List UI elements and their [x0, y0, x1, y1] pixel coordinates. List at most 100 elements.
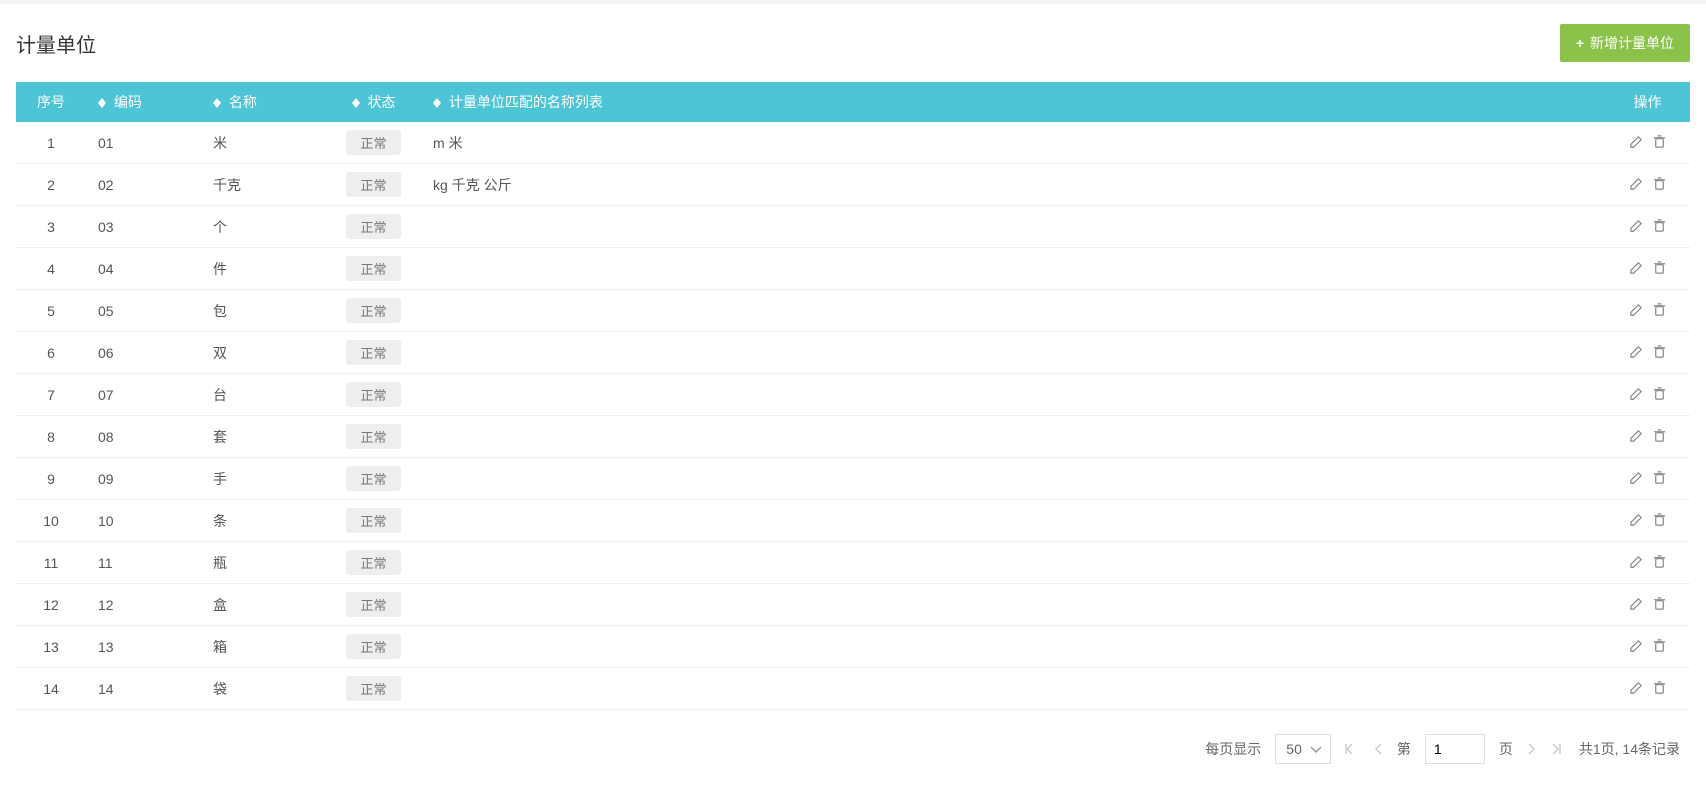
cell-name: 双	[201, 332, 326, 374]
edit-icon	[1629, 386, 1644, 404]
delete-button[interactable]	[1652, 512, 1667, 530]
pagination-summary: 共1页, 14条记录	[1579, 739, 1680, 759]
delete-button[interactable]	[1652, 260, 1667, 278]
edit-button[interactable]	[1629, 638, 1644, 656]
edit-button[interactable]	[1629, 470, 1644, 488]
delete-button[interactable]	[1652, 638, 1667, 656]
edit-button[interactable]	[1629, 260, 1644, 278]
col-seq-header[interactable]: 序号	[16, 82, 86, 122]
edit-button[interactable]	[1629, 680, 1644, 698]
cell-code: 14	[86, 668, 201, 710]
cell-code: 11	[86, 542, 201, 584]
status-badge: 正常	[346, 592, 400, 617]
prev-page-button[interactable]	[1373, 742, 1383, 756]
edit-button[interactable]	[1629, 344, 1644, 362]
plus-icon: +	[1576, 35, 1584, 51]
cell-seq: 13	[16, 626, 86, 668]
next-page-button[interactable]	[1527, 742, 1537, 756]
table-row: 707台正常	[16, 374, 1690, 416]
cell-match	[421, 248, 1605, 290]
col-code-header[interactable]: 编码	[86, 82, 201, 122]
table-row: 1313箱正常	[16, 626, 1690, 668]
trash-icon	[1652, 176, 1667, 194]
add-unit-button[interactable]: + 新增计量单位	[1560, 24, 1690, 62]
status-badge: 正常	[346, 382, 400, 407]
cell-match	[421, 626, 1605, 668]
delete-button[interactable]	[1652, 428, 1667, 446]
sort-icon	[213, 98, 221, 108]
edit-button[interactable]	[1629, 218, 1644, 236]
edit-button[interactable]	[1629, 134, 1644, 152]
delete-button[interactable]	[1652, 302, 1667, 320]
col-status-header[interactable]: 状态	[326, 82, 421, 122]
edit-button[interactable]	[1629, 176, 1644, 194]
trash-icon	[1652, 554, 1667, 572]
cell-seq: 8	[16, 416, 86, 458]
status-badge: 正常	[346, 298, 400, 323]
edit-icon	[1629, 218, 1644, 236]
delete-button[interactable]	[1652, 680, 1667, 698]
first-page-button[interactable]	[1345, 742, 1359, 756]
edit-button[interactable]	[1629, 512, 1644, 530]
delete-button[interactable]	[1652, 554, 1667, 572]
cell-name: 瓶	[201, 542, 326, 584]
sort-icon	[98, 98, 106, 108]
delete-button[interactable]	[1652, 218, 1667, 236]
cell-code: 03	[86, 206, 201, 248]
sort-icon	[433, 98, 441, 108]
trash-icon	[1652, 428, 1667, 446]
trash-icon	[1652, 386, 1667, 404]
status-badge: 正常	[346, 130, 400, 155]
edit-icon	[1629, 260, 1644, 278]
sort-icon	[352, 98, 360, 108]
trash-icon	[1652, 302, 1667, 320]
delete-button[interactable]	[1652, 386, 1667, 404]
edit-icon	[1629, 134, 1644, 152]
cell-match	[421, 290, 1605, 332]
cell-code: 02	[86, 164, 201, 206]
last-page-button[interactable]	[1551, 742, 1565, 756]
cell-seq: 7	[16, 374, 86, 416]
cell-code: 10	[86, 500, 201, 542]
edit-icon	[1629, 512, 1644, 530]
edit-button[interactable]	[1629, 386, 1644, 404]
cell-seq: 6	[16, 332, 86, 374]
cell-name: 套	[201, 416, 326, 458]
page-number-input[interactable]	[1425, 734, 1485, 764]
status-badge: 正常	[346, 172, 400, 197]
trash-icon	[1652, 218, 1667, 236]
edit-icon	[1629, 470, 1644, 488]
chevron-down-icon	[1310, 741, 1322, 757]
page-size-select[interactable]: 50	[1275, 734, 1331, 764]
cell-match	[421, 206, 1605, 248]
cell-name: 包	[201, 290, 326, 332]
delete-button[interactable]	[1652, 596, 1667, 614]
delete-button[interactable]	[1652, 344, 1667, 362]
table-row: 1414袋正常	[16, 668, 1690, 710]
cell-name: 条	[201, 500, 326, 542]
cell-seq: 11	[16, 542, 86, 584]
status-badge: 正常	[346, 424, 400, 449]
add-unit-label: 新增计量单位	[1590, 33, 1674, 53]
col-name-header[interactable]: 名称	[201, 82, 326, 122]
cell-seq: 3	[16, 206, 86, 248]
edit-button[interactable]	[1629, 554, 1644, 572]
delete-button[interactable]	[1652, 176, 1667, 194]
cell-code: 07	[86, 374, 201, 416]
cell-name: 箱	[201, 626, 326, 668]
table-row: 808套正常	[16, 416, 1690, 458]
delete-button[interactable]	[1652, 470, 1667, 488]
col-match-header[interactable]: 计量单位匹配的名称列表	[421, 82, 1605, 122]
trash-icon	[1652, 680, 1667, 698]
per-page-label: 每页显示	[1205, 739, 1261, 759]
cell-seq: 14	[16, 668, 86, 710]
edit-button[interactable]	[1629, 428, 1644, 446]
edit-button[interactable]	[1629, 596, 1644, 614]
table-row: 202千克正常kg 千克 公斤	[16, 164, 1690, 206]
edit-button[interactable]	[1629, 302, 1644, 320]
status-badge: 正常	[346, 256, 400, 281]
status-badge: 正常	[346, 214, 400, 239]
cell-match	[421, 500, 1605, 542]
delete-button[interactable]	[1652, 134, 1667, 152]
cell-code: 05	[86, 290, 201, 332]
